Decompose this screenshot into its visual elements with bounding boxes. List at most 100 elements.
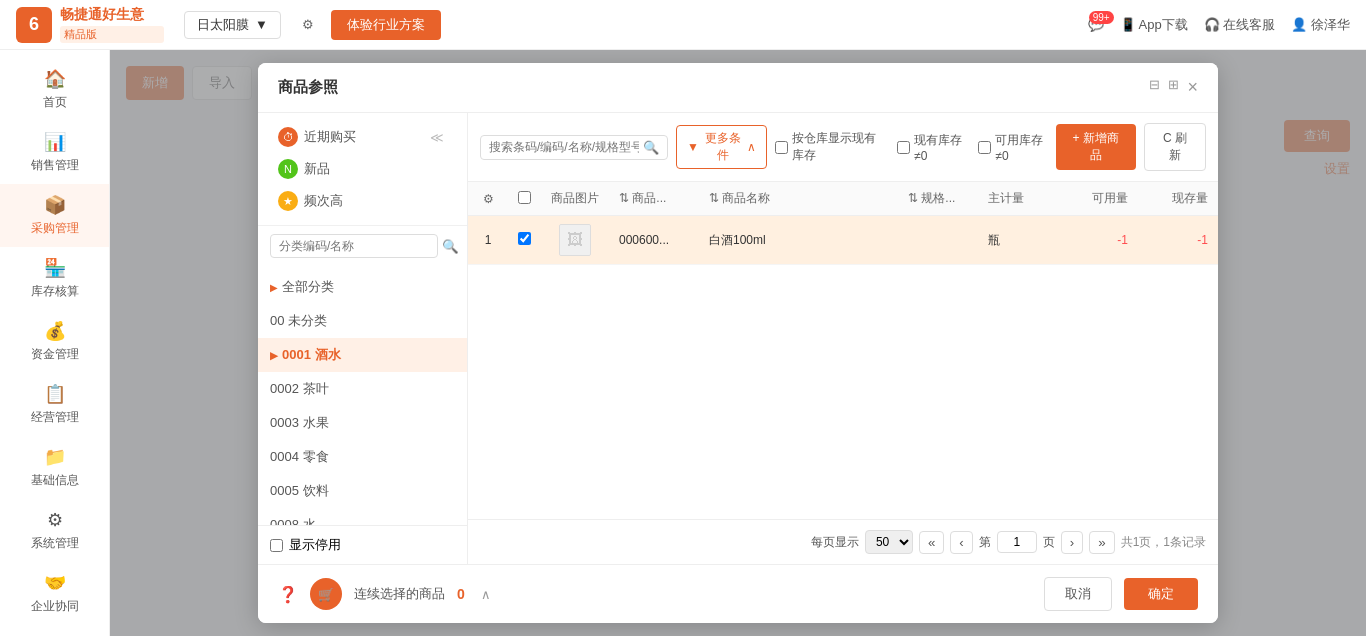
page-number-input[interactable] bbox=[997, 531, 1037, 553]
modal-header: 商品参照 ⊟ ⊞ × bbox=[258, 63, 1218, 113]
active-expand-icon: ▶ bbox=[270, 350, 278, 361]
show-disabled-label[interactable]: 显示停用 bbox=[289, 536, 341, 554]
warehouse-selector[interactable]: 日太阳膜 ▼ bbox=[184, 11, 281, 39]
quick-new[interactable]: N 新品 bbox=[270, 153, 455, 185]
edition-badge: 精品版 bbox=[60, 26, 164, 43]
page-suffix: 页 bbox=[1043, 534, 1055, 551]
cat-item-all[interactable]: ▶ 全部分类 bbox=[258, 270, 467, 304]
filter-icon: ▼ bbox=[687, 140, 699, 154]
search-icon[interactable]: 🔍 bbox=[643, 140, 659, 155]
messages-badge[interactable]: 💬 99+ bbox=[1088, 17, 1104, 32]
purchase-icon: 📦 bbox=[44, 194, 66, 216]
available-stock-filter[interactable]: 可用库存≠0 bbox=[978, 132, 1047, 163]
sort-icon: ⇅ bbox=[709, 191, 719, 205]
warehouse-stock-filter[interactable]: 按仓库显示现有库存 bbox=[775, 130, 886, 164]
gear-icon[interactable]: ⚙ bbox=[483, 192, 494, 206]
selected-products-label: 连续选择的商品 bbox=[354, 585, 445, 603]
row-checkbox[interactable] bbox=[518, 232, 531, 245]
modal-expand-icon[interactable]: ⊞ bbox=[1168, 77, 1179, 98]
category-search-button[interactable]: 🔍 bbox=[442, 234, 459, 258]
headset-icon: 🎧 bbox=[1204, 17, 1220, 32]
row-stock: -1 bbox=[1138, 216, 1218, 265]
per-page-select[interactable]: 50 bbox=[865, 530, 913, 554]
sales-icon: 📊 bbox=[44, 131, 66, 153]
refresh-button[interactable]: C 刷新 bbox=[1144, 123, 1206, 171]
cancel-button[interactable]: 取消 bbox=[1044, 577, 1112, 611]
new-icon: N bbox=[278, 159, 298, 179]
last-page-button[interactable]: » bbox=[1089, 531, 1114, 554]
modal-body: ⏱ 近期购买 ≪ N 新品 ★ 频次高 bbox=[258, 113, 1218, 564]
sidebar-item-basic-info[interactable]: 📁 基础信息 bbox=[0, 436, 109, 499]
sidebar-item-finance[interactable]: 💰 资金管理 bbox=[0, 310, 109, 373]
cat-item-snack[interactable]: 0004 零食 bbox=[258, 440, 467, 474]
first-page-button[interactable]: « bbox=[919, 531, 944, 554]
collapse-sidebar-btn[interactable]: ≪ bbox=[427, 127, 447, 147]
navbar-right: 💬 99+ 📱 App下载 🎧 在线客服 👤 徐泽华 bbox=[1088, 16, 1350, 34]
cart-button[interactable]: 🛒 bbox=[310, 578, 342, 610]
modal-close-button[interactable]: × bbox=[1187, 77, 1198, 98]
chevron-down-icon: ▼ bbox=[255, 17, 268, 32]
trial-button[interactable]: 体验行业方案 bbox=[331, 10, 441, 40]
cat-item-uncategorized[interactable]: 00 未分类 bbox=[258, 304, 467, 338]
category-search-section: 🔍 bbox=[258, 226, 467, 266]
sidebar-item-home[interactable]: 🏠 首页 bbox=[0, 58, 109, 121]
table-row[interactable]: 1 🖼 000600... 白酒100ml bbox=[468, 216, 1218, 265]
sidebar-item-sales[interactable]: 📊 销售管理 bbox=[0, 121, 109, 184]
available-stock-checkbox[interactable] bbox=[978, 141, 991, 154]
current-stock-filter[interactable]: 现有库存≠0 bbox=[897, 132, 966, 163]
col-code-header[interactable]: ⇅ 商品... bbox=[609, 182, 699, 216]
product-search-box[interactable]: 🔍 bbox=[480, 135, 668, 160]
sidebar-item-system[interactable]: ⚙ 系统管理 bbox=[0, 499, 109, 562]
product-reference-modal: 商品参照 ⊟ ⊞ × ⏱ 近期购买 ≪ bbox=[258, 63, 1218, 623]
category-list: ▶ 全部分类 00 未分类 ▶ 0001 酒水 0002 茶叶 bbox=[258, 266, 467, 525]
row-number: 1 bbox=[468, 216, 508, 265]
product-search-input[interactable] bbox=[489, 140, 639, 154]
online-service-link[interactable]: 🎧 在线客服 bbox=[1204, 16, 1276, 34]
message-count: 99+ bbox=[1089, 11, 1114, 24]
prev-page-button[interactable]: ‹ bbox=[950, 531, 972, 554]
col-settings[interactable]: ⚙ bbox=[468, 182, 508, 216]
main-layout: 🏠 首页 📊 销售管理 📦 采购管理 🏪 库存核算 💰 资金管理 📋 经营管理 … bbox=[0, 50, 1366, 636]
quick-frequent[interactable]: ★ 频次高 bbox=[270, 185, 455, 217]
warehouse-stock-checkbox[interactable] bbox=[775, 141, 788, 154]
col-unit-header[interactable]: 主计量 bbox=[978, 182, 1058, 216]
more-filter-button[interactable]: ▼ 更多条件 ∧ bbox=[676, 125, 767, 169]
operations-icon: 📋 bbox=[44, 383, 66, 405]
current-stock-checkbox[interactable] bbox=[897, 141, 910, 154]
col-image-header: 商品图片 bbox=[541, 182, 609, 216]
select-all-checkbox[interactable] bbox=[518, 191, 531, 204]
settings-icon[interactable]: ⚙ bbox=[293, 10, 323, 40]
show-disabled-section: 显示停用 bbox=[258, 525, 467, 564]
inventory-icon: 🏪 bbox=[44, 257, 66, 279]
sidebar-item-purchase[interactable]: 📦 采购管理 bbox=[0, 184, 109, 247]
user-avatar[interactable]: 👤 徐泽华 bbox=[1291, 16, 1350, 34]
app-download-link[interactable]: 📱 App下载 bbox=[1120, 16, 1188, 34]
sidebar-item-guide[interactable]: 📖 新手引导 bbox=[0, 625, 109, 636]
cat-item-tea[interactable]: 0002 茶叶 bbox=[258, 372, 467, 406]
sidebar-item-operations[interactable]: 📋 经营管理 bbox=[0, 373, 109, 436]
basic-info-icon: 📁 bbox=[44, 446, 66, 468]
help-icon[interactable]: ❓ bbox=[278, 585, 298, 604]
footer-collapse-icon[interactable]: ∧ bbox=[481, 587, 491, 602]
sort-icon: ⇅ bbox=[619, 191, 629, 205]
show-disabled-checkbox[interactable] bbox=[270, 539, 283, 552]
next-page-button[interactable]: › bbox=[1061, 531, 1083, 554]
category-search-input[interactable] bbox=[270, 234, 438, 258]
col-name-header[interactable]: ⇅ 商品名称 bbox=[699, 182, 898, 216]
expand-icon: ▶ bbox=[270, 282, 278, 293]
app-logo: 6 bbox=[16, 7, 52, 43]
row-image-cell: 🖼 bbox=[541, 216, 609, 265]
col-spec-header[interactable]: ⇅ 规格... bbox=[898, 182, 978, 216]
sidebar: 🏠 首页 📊 销售管理 📦 采购管理 🏪 库存核算 💰 资金管理 📋 经营管理 … bbox=[0, 50, 110, 636]
add-product-button[interactable]: + 新增商品 bbox=[1056, 124, 1136, 170]
sidebar-item-collab[interactable]: 🤝 企业协同 bbox=[0, 562, 109, 625]
confirm-button[interactable]: 确定 bbox=[1124, 578, 1198, 610]
per-page-label: 每页显示 bbox=[811, 534, 859, 551]
cat-item-water[interactable]: 0008 水 bbox=[258, 508, 467, 525]
modal-minimize-icon[interactable]: ⊟ bbox=[1149, 77, 1160, 98]
cat-item-liquor[interactable]: ▶ 0001 酒水 bbox=[258, 338, 467, 372]
quick-recent[interactable]: ⏱ 近期购买 ≪ bbox=[270, 121, 455, 153]
cat-item-fruit[interactable]: 0003 水果 bbox=[258, 406, 467, 440]
cat-item-drink[interactable]: 0005 饮料 bbox=[258, 474, 467, 508]
sidebar-item-inventory[interactable]: 🏪 库存核算 bbox=[0, 247, 109, 310]
